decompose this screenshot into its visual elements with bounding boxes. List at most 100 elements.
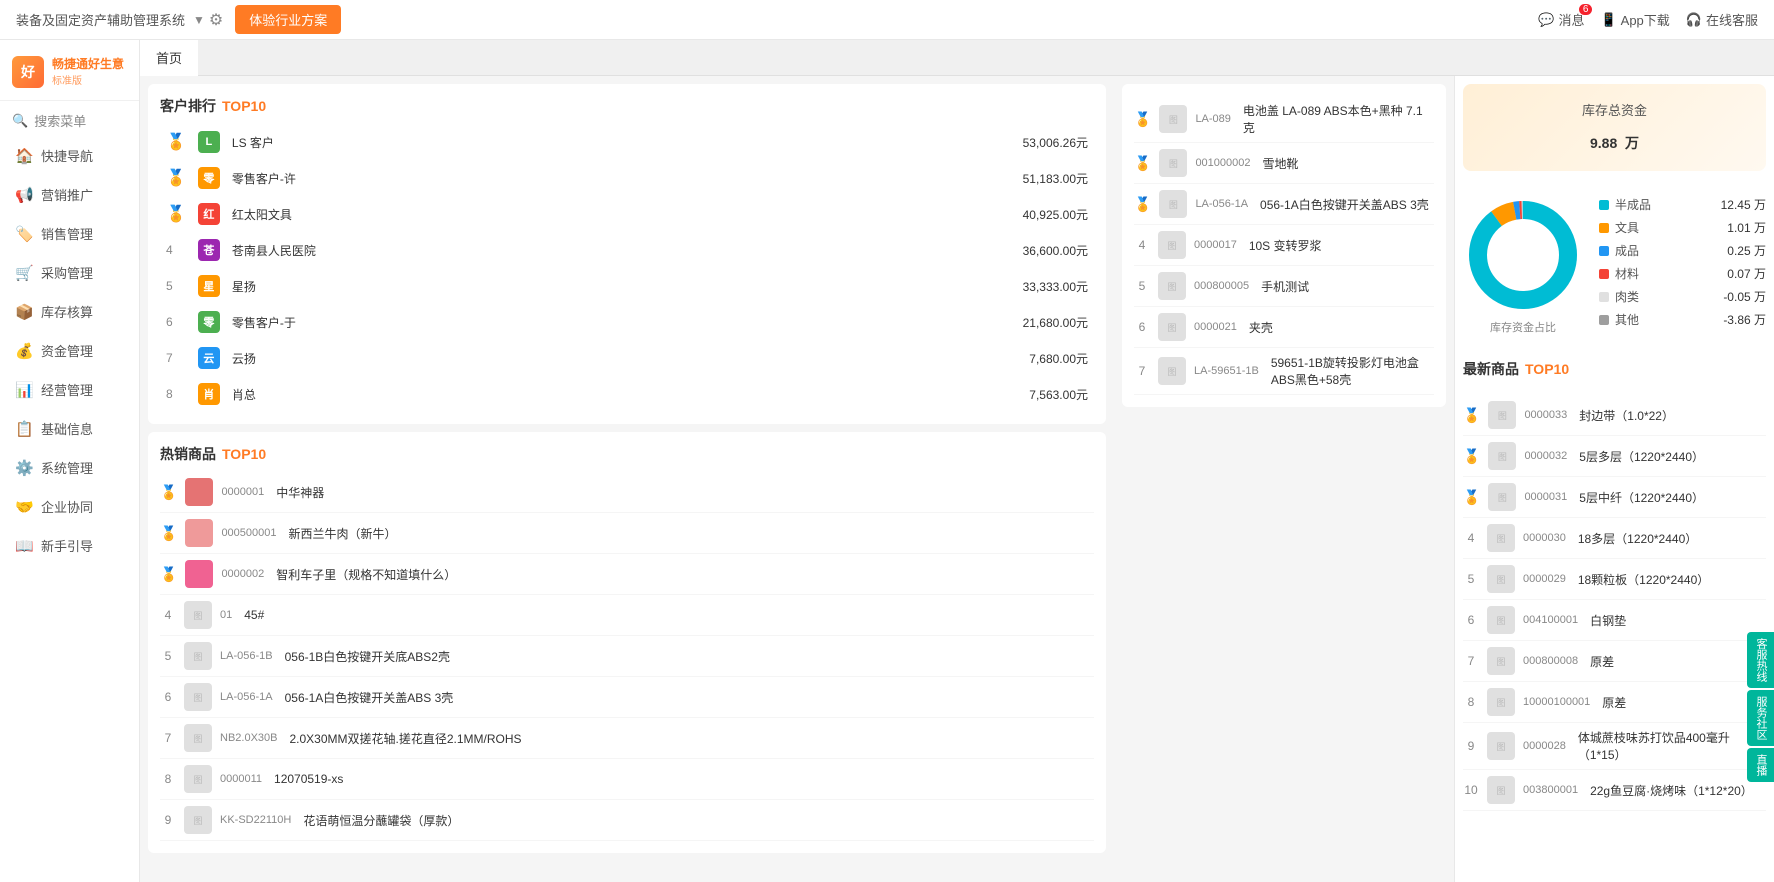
rank-cell: 6 <box>160 304 192 340</box>
middle-product-item[interactable]: 🏅 图 001000002 雪地靴 <box>1134 143 1434 184</box>
new-product-item[interactable]: 10 图 003800001 22g鱼豆腐·烧烤味（1*12*20） <box>1463 770 1766 811</box>
sidebar-item-finance[interactable]: 💰 资金管理 <box>0 331 139 370</box>
customer-row[interactable]: 7 云 云扬 7,680.00元 <box>160 340 1094 376</box>
home-icon: 🏠 <box>15 147 33 165</box>
inventory-number: 9.88 <box>1590 135 1617 151</box>
sidebar-item-inventory[interactable]: 📦 库存核算 <box>0 292 139 331</box>
product-thumbnail: 图 <box>1487 688 1515 716</box>
new-product-item[interactable]: 🏅 图 0000033 封边带（1.0*22） <box>1463 395 1766 436</box>
customer-row[interactable]: 6 零 零售客户-于 21,680.00元 <box>160 304 1094 340</box>
new-product-item[interactable]: 4 图 0000030 18多层（1220*2440） <box>1463 518 1766 559</box>
legend-color-swatch <box>1599 269 1609 279</box>
hot-product-item[interactable]: 🏅 0000001 中华神器 <box>160 472 1094 513</box>
rank-number: 10 <box>1463 783 1479 797</box>
cs-community-btn[interactable]: 服务社区 <box>1747 690 1774 746</box>
rank-number: 4 <box>1134 238 1150 252</box>
customer-name: 苍南县人民医院 <box>226 232 707 268</box>
new-product-item[interactable]: 7 图 000800008 原差 <box>1463 641 1766 682</box>
app-btn[interactable]: 📱 App下载 <box>1600 10 1669 29</box>
middle-product-item[interactable]: 🏅 图 LA-089 电池盖 LA-089 ABS本色+黑种 7.1克 <box>1134 96 1434 143</box>
customer-row[interactable]: 5 星 星扬 33,333.00元 <box>160 268 1094 304</box>
basics-icon: 📋 <box>15 420 33 438</box>
sidebar-item-marketing[interactable]: 📢 营销推广 <box>0 175 139 214</box>
hot-product-item[interactable]: 6 图 LA-056-1A 056-1A白色按键开关盖ABS 3壳 <box>160 677 1094 718</box>
rank-number: 7 <box>1463 654 1479 668</box>
sidebar-item-sales[interactable]: 🏷️ 销售管理 <box>0 214 139 253</box>
legend-name: 肉类 <box>1615 288 1717 305</box>
legend-item: 肉类 -0.05 万 <box>1599 288 1766 305</box>
service-btn[interactable]: 🎧 在线客服 <box>1686 10 1758 29</box>
sidebar-item-operations[interactable]: 📊 经营管理 <box>0 370 139 409</box>
sidebar-item-label: 企业协同 <box>41 497 93 516</box>
product-name: 原差 <box>1602 694 1766 711</box>
middle-product-item[interactable]: 🏅 图 LA-056-1A 056-1A白色按键开关盖ABS 3壳 <box>1134 184 1434 225</box>
sidebar-item-guide[interactable]: 📖 新手引导 <box>0 526 139 565</box>
customer-row[interactable]: 🏅 L LS 客户 53,006.26元 <box>160 124 1094 160</box>
hot-product-item[interactable]: 🏅 0000002 智利车子里（规格不知道填什么） <box>160 554 1094 595</box>
customer-name: 零售客户-于 <box>226 304 707 340</box>
customer-row[interactable]: 8 肖 肖总 7,563.00元 <box>160 376 1094 412</box>
new-product-item[interactable]: 🏅 图 0000032 5层多层（1220*2440） <box>1463 436 1766 477</box>
sidebar-item-basics[interactable]: 📋 基础信息 <box>0 409 139 448</box>
service-label: 在线客服 <box>1706 10 1758 29</box>
cs-live-btn[interactable]: 直播 <box>1747 748 1774 782</box>
sidebar-item-purchase[interactable]: 🛒 采购管理 <box>0 253 139 292</box>
new-product-item[interactable]: 9 图 0000028 体城蔗枝味苏打饮品400毫升（1*15） <box>1463 723 1766 770</box>
cs-hotline-btn[interactable]: 客服热线 <box>1747 632 1774 688</box>
middle-product-item[interactable]: 4 图 0000017 10S 变转罗浆 <box>1134 225 1434 266</box>
product-thumbnail: 图 <box>1488 401 1516 429</box>
new-product-item[interactable]: 5 图 0000029 18颗粒板（1220*2440） <box>1463 559 1766 600</box>
rank-number: 4 <box>166 243 173 257</box>
rank-number: 7 <box>1134 364 1150 378</box>
sidebar-item-label: 经营管理 <box>41 380 93 399</box>
hot-product-item[interactable]: 7 图 NB2.0X30B 2.0X30MM双搓花轴.搓花直径2.1MM/ROH… <box>160 718 1094 759</box>
product-code: LA-59651-1B <box>1194 365 1259 377</box>
product-code: 000500001 <box>221 527 276 539</box>
product-name: 5层中纤（1220*2440） <box>1579 489 1766 506</box>
sidebar-item-label: 系统管理 <box>41 458 93 477</box>
rank-number: 8 <box>160 772 176 786</box>
system-selector[interactable]: 装备及固定资产辅助管理系统 ▼ <box>16 10 205 29</box>
hot-product-item[interactable]: 8 图 0000011 12070519-xs <box>160 759 1094 800</box>
hot-product-item[interactable]: 9 图 KK-SD22110H 花语萌恒温分蘸罐袋（厚款） <box>160 800 1094 841</box>
new-product-item[interactable]: 8 图 10000100001 原差 <box>1463 682 1766 723</box>
middle-product-item[interactable]: 5 图 000800005 手机测试 <box>1134 266 1434 307</box>
legend-name: 半成品 <box>1615 196 1715 213</box>
customer-ranking-table: 🏅 L LS 客户 53,006.26元 🏅 零 零售客户-许 51,183.0… <box>160 124 1094 412</box>
logo-text-block: 畅捷通好生意 标准版 <box>52 57 124 86</box>
sidebar-item-label: 快捷导航 <box>41 146 93 165</box>
customer-row[interactable]: 4 苍 苍南县人民医院 36,600.00元 <box>160 232 1094 268</box>
rank-cell: 🏅 <box>160 160 192 196</box>
customer-row[interactable]: 🏅 零 零售客户-许 51,183.00元 <box>160 160 1094 196</box>
product-thumbnail: 图 <box>184 601 212 629</box>
customer-amount: 7,563.00元 <box>707 376 1094 412</box>
sidebar-item-nav[interactable]: 🏠 快捷导航 <box>0 136 139 175</box>
product-thumbnail: 图 <box>1159 149 1187 177</box>
middle-product-item[interactable]: 7 图 LA-59651-1B 59651-1B旋转投影灯电池盒ABS黑色+58… <box>1134 348 1434 395</box>
product-thumbnail: 图 <box>1487 776 1515 804</box>
trial-button[interactable]: 体验行业方案 <box>235 5 341 34</box>
product-name: 45# <box>244 608 1094 622</box>
hot-products-top-label: TOP10 <box>222 446 266 462</box>
new-product-item[interactable]: 6 图 004100001 白钢垫 <box>1463 600 1766 641</box>
gear-icon[interactable]: ⚙ <box>209 10 223 30</box>
product-code: 0000033 <box>1524 409 1567 421</box>
search-menu-btn[interactable]: 🔍 搜索菜单 <box>0 105 139 136</box>
product-name: 原差 <box>1590 653 1766 670</box>
customer-row[interactable]: 🏅 红 红太阳文具 40,925.00元 <box>160 196 1094 232</box>
dropdown-icon[interactable]: ▼ <box>193 13 205 27</box>
customer-amount: 53,006.26元 <box>707 124 1094 160</box>
sidebar-item-label: 基础信息 <box>41 419 93 438</box>
medal-icon: 🏅 <box>160 525 177 542</box>
medal-icon: 🏅 <box>1463 407 1480 424</box>
tab-home[interactable]: 首页 <box>140 40 198 76</box>
sidebar-item-system[interactable]: ⚙️ 系统管理 <box>0 448 139 487</box>
medal-icon: 🏅 <box>1134 196 1151 213</box>
sidebar-item-collab[interactable]: 🤝 企业协同 <box>0 487 139 526</box>
hot-product-item[interactable]: 4 图 01 45# <box>160 595 1094 636</box>
middle-product-item[interactable]: 6 图 0000021 夹壳 <box>1134 307 1434 348</box>
message-btn[interactable]: 💬 消息 6 <box>1538 10 1584 29</box>
hot-product-item[interactable]: 5 图 LA-056-1B 056-1B白色按键开关底ABS2壳 <box>160 636 1094 677</box>
hot-product-item[interactable]: 🏅 000500001 新西兰牛肉（新牛） <box>160 513 1094 554</box>
new-product-item[interactable]: 🏅 图 0000031 5层中纤（1220*2440） <box>1463 477 1766 518</box>
